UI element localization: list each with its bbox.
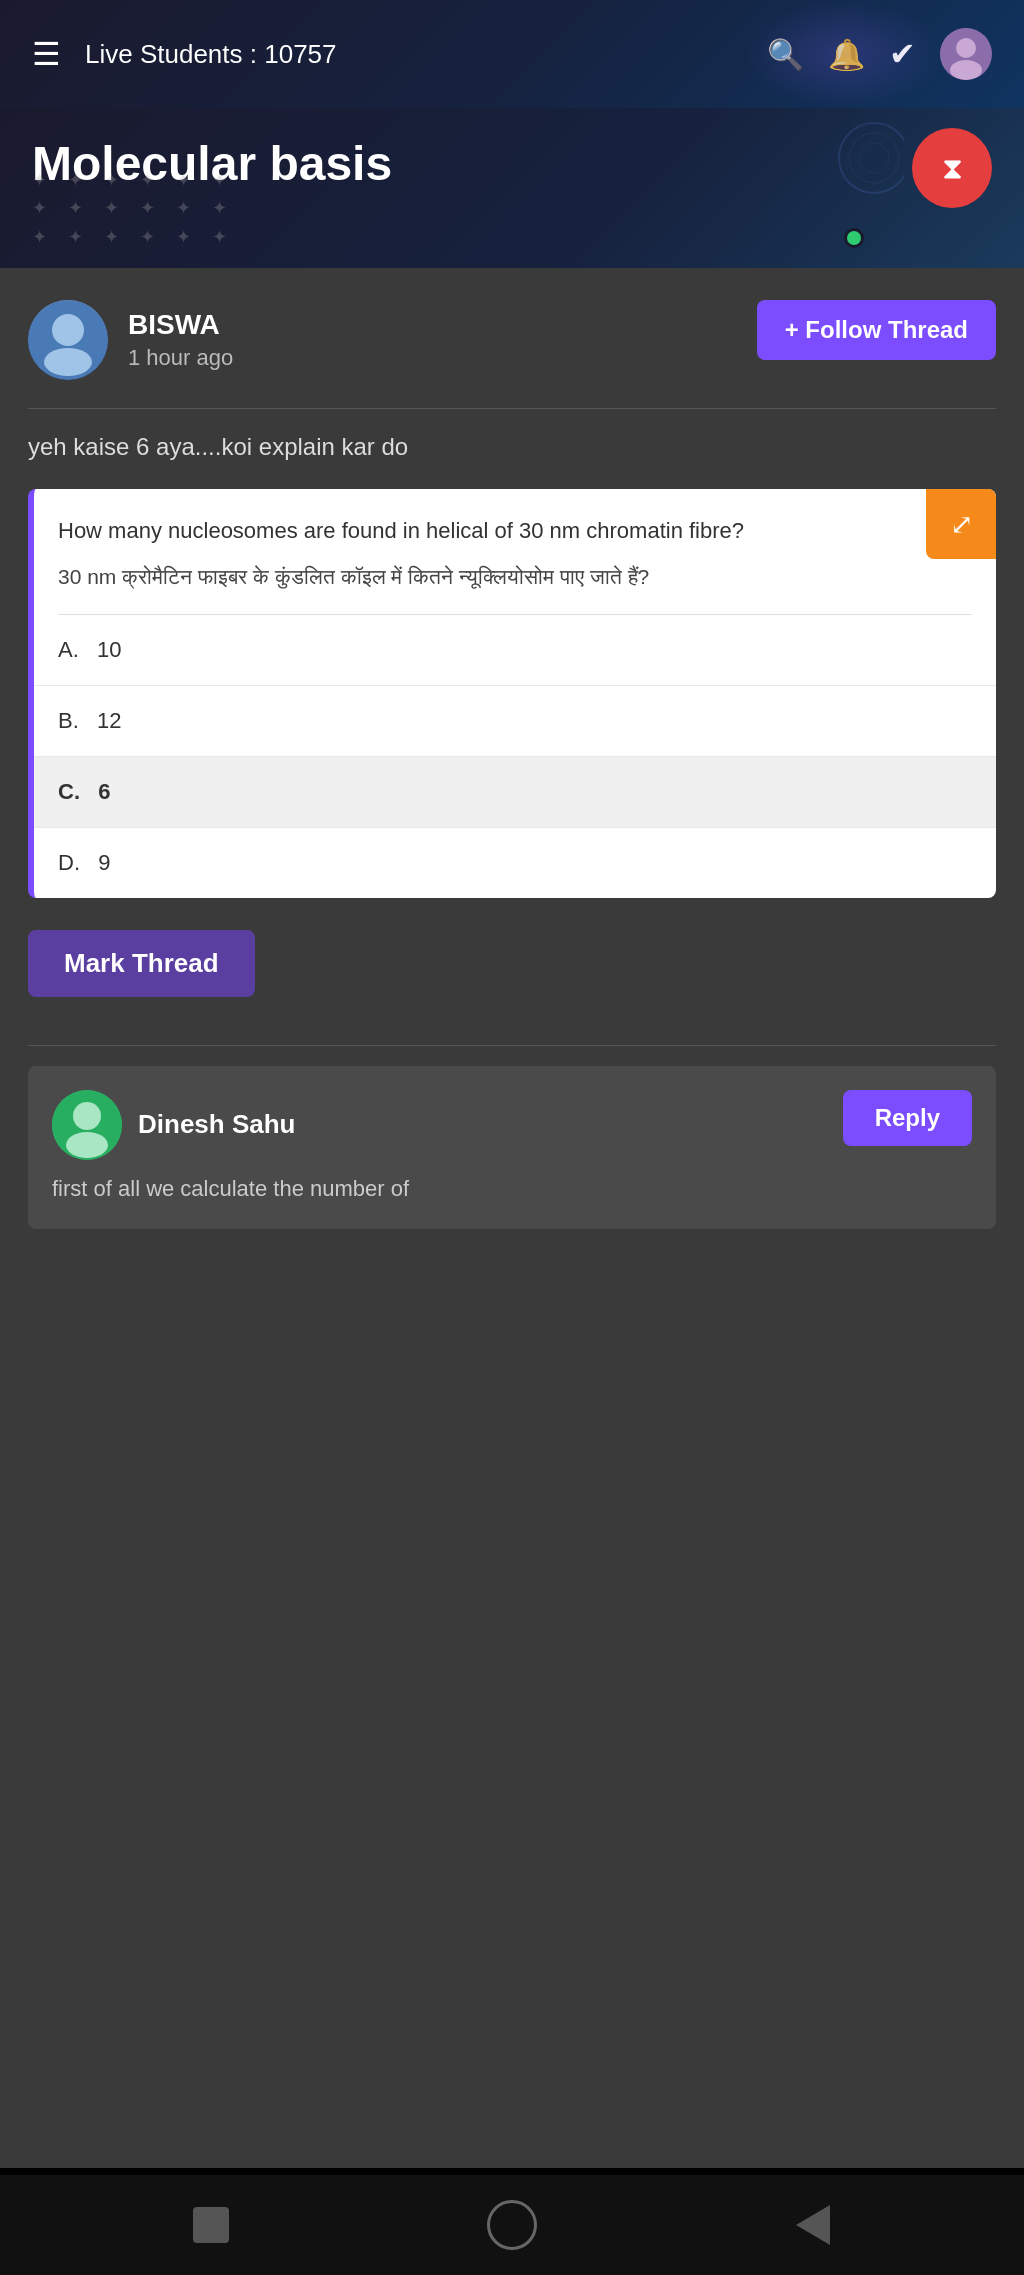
poster-name: BISWA bbox=[128, 309, 233, 341]
mcq-expand-button[interactable]: ⤢ bbox=[926, 489, 996, 559]
divider-1 bbox=[28, 408, 996, 409]
svg-point-6 bbox=[44, 348, 92, 376]
header: ☰ Live Students : 10757 🔍 🔔 ✔ bbox=[0, 0, 1024, 108]
svg-point-9 bbox=[66, 1132, 108, 1158]
user-avatar[interactable] bbox=[940, 28, 992, 80]
green-dot-decoration bbox=[844, 228, 864, 248]
header-right: 🔍 🔔 ✔ bbox=[767, 28, 992, 80]
mcq-question-hindi: 30 nm क्रोमैटिन फाइबर के कुंडलित कॉइल मे… bbox=[34, 560, 996, 614]
mcq-option-a[interactable]: A. 10 bbox=[34, 615, 996, 686]
mark-thread-button[interactable]: Mark Thread bbox=[28, 930, 255, 997]
user-info: BISWA 1 hour ago bbox=[28, 300, 233, 380]
stars-row-1: ✦ ✦ ✦ ✦ ✦ ✦ bbox=[32, 166, 235, 195]
thread-question-text: yeh kaise 6 aya....koi explain kar do bbox=[28, 429, 996, 465]
header-left: ☰ Live Students : 10757 bbox=[32, 38, 337, 70]
expand-icon: ⤢ bbox=[950, 508, 973, 541]
reply-section: Dinesh Sahu Reply first of all we calcul… bbox=[28, 1066, 996, 1229]
divider-2 bbox=[28, 1045, 996, 1046]
svg-point-8 bbox=[73, 1102, 101, 1130]
reply-preview-text: first of all we calculate the number of bbox=[52, 1172, 972, 1205]
nav-home-button[interactable] bbox=[487, 2200, 537, 2250]
page-title-area: Molecular basis ✦ ✦ ✦ ✦ ✦ ✦ ✦ ✦ ✦ ✦ ✦ ✦ … bbox=[0, 108, 1024, 268]
svg-point-5 bbox=[52, 314, 84, 346]
mcq-card: ⤢ How many nucleosomes are found in heli… bbox=[28, 489, 996, 898]
hamburger-icon[interactable]: ☰ bbox=[32, 38, 61, 70]
svg-point-2 bbox=[950, 60, 982, 80]
bell-icon[interactable]: 🔔 bbox=[828, 37, 865, 72]
follow-thread-button[interactable]: + Follow Thread bbox=[757, 300, 996, 360]
stars-row-3: ✦ ✦ ✦ ✦ ✦ ✦ bbox=[32, 223, 235, 252]
dna-fab-button[interactable]: ⧗ bbox=[912, 128, 992, 208]
main-card: BISWA 1 hour ago + Follow Thread yeh kai… bbox=[0, 268, 1024, 2168]
reply-user-name: Dinesh Sahu bbox=[138, 1109, 295, 1140]
mcq-option-d[interactable]: D. 9 bbox=[34, 828, 996, 898]
stop-icon bbox=[193, 2207, 229, 2243]
poster-avatar bbox=[28, 300, 108, 380]
back-icon bbox=[796, 2205, 830, 2245]
check-icon[interactable]: ✔ bbox=[889, 35, 916, 73]
reply-button[interactable]: Reply bbox=[843, 1090, 972, 1146]
poster-details: BISWA 1 hour ago bbox=[128, 309, 233, 371]
nav-stop-button[interactable] bbox=[186, 2200, 236, 2250]
stars-row-2: ✦ ✦ ✦ ✦ ✦ ✦ bbox=[32, 194, 235, 223]
mcq-option-c[interactable]: C. 6 bbox=[34, 757, 996, 828]
option-c-label: C. 6 bbox=[58, 779, 111, 804]
option-d-label: D. 9 bbox=[58, 850, 111, 875]
reply-avatar bbox=[52, 1090, 122, 1160]
search-icon[interactable]: 🔍 bbox=[767, 37, 804, 72]
thread-header: BISWA 1 hour ago + Follow Thread bbox=[28, 300, 996, 380]
svg-point-1 bbox=[956, 38, 976, 58]
option-b-label: B. 12 bbox=[58, 708, 122, 733]
post-time: 1 hour ago bbox=[128, 345, 233, 371]
mcq-option-b[interactable]: B. 12 bbox=[34, 686, 996, 757]
live-students-text: Live Students : 10757 bbox=[85, 39, 337, 70]
stars-decoration: ✦ ✦ ✦ ✦ ✦ ✦ ✦ ✦ ✦ ✦ ✦ ✦ ✦ ✦ ✦ ✦ ✦ ✦ bbox=[32, 166, 235, 252]
reply-header: Dinesh Sahu bbox=[52, 1090, 972, 1160]
mcq-question-english: How many nucleosomes are found in helica… bbox=[34, 489, 996, 560]
nav-back-button[interactable] bbox=[788, 2200, 838, 2250]
option-a-label: A. 10 bbox=[58, 637, 122, 662]
reply-card: Dinesh Sahu Reply first of all we calcul… bbox=[28, 1066, 996, 1229]
svg-text:⧗: ⧗ bbox=[942, 152, 963, 185]
bottom-nav bbox=[0, 2175, 1024, 2275]
home-icon bbox=[487, 2200, 537, 2250]
